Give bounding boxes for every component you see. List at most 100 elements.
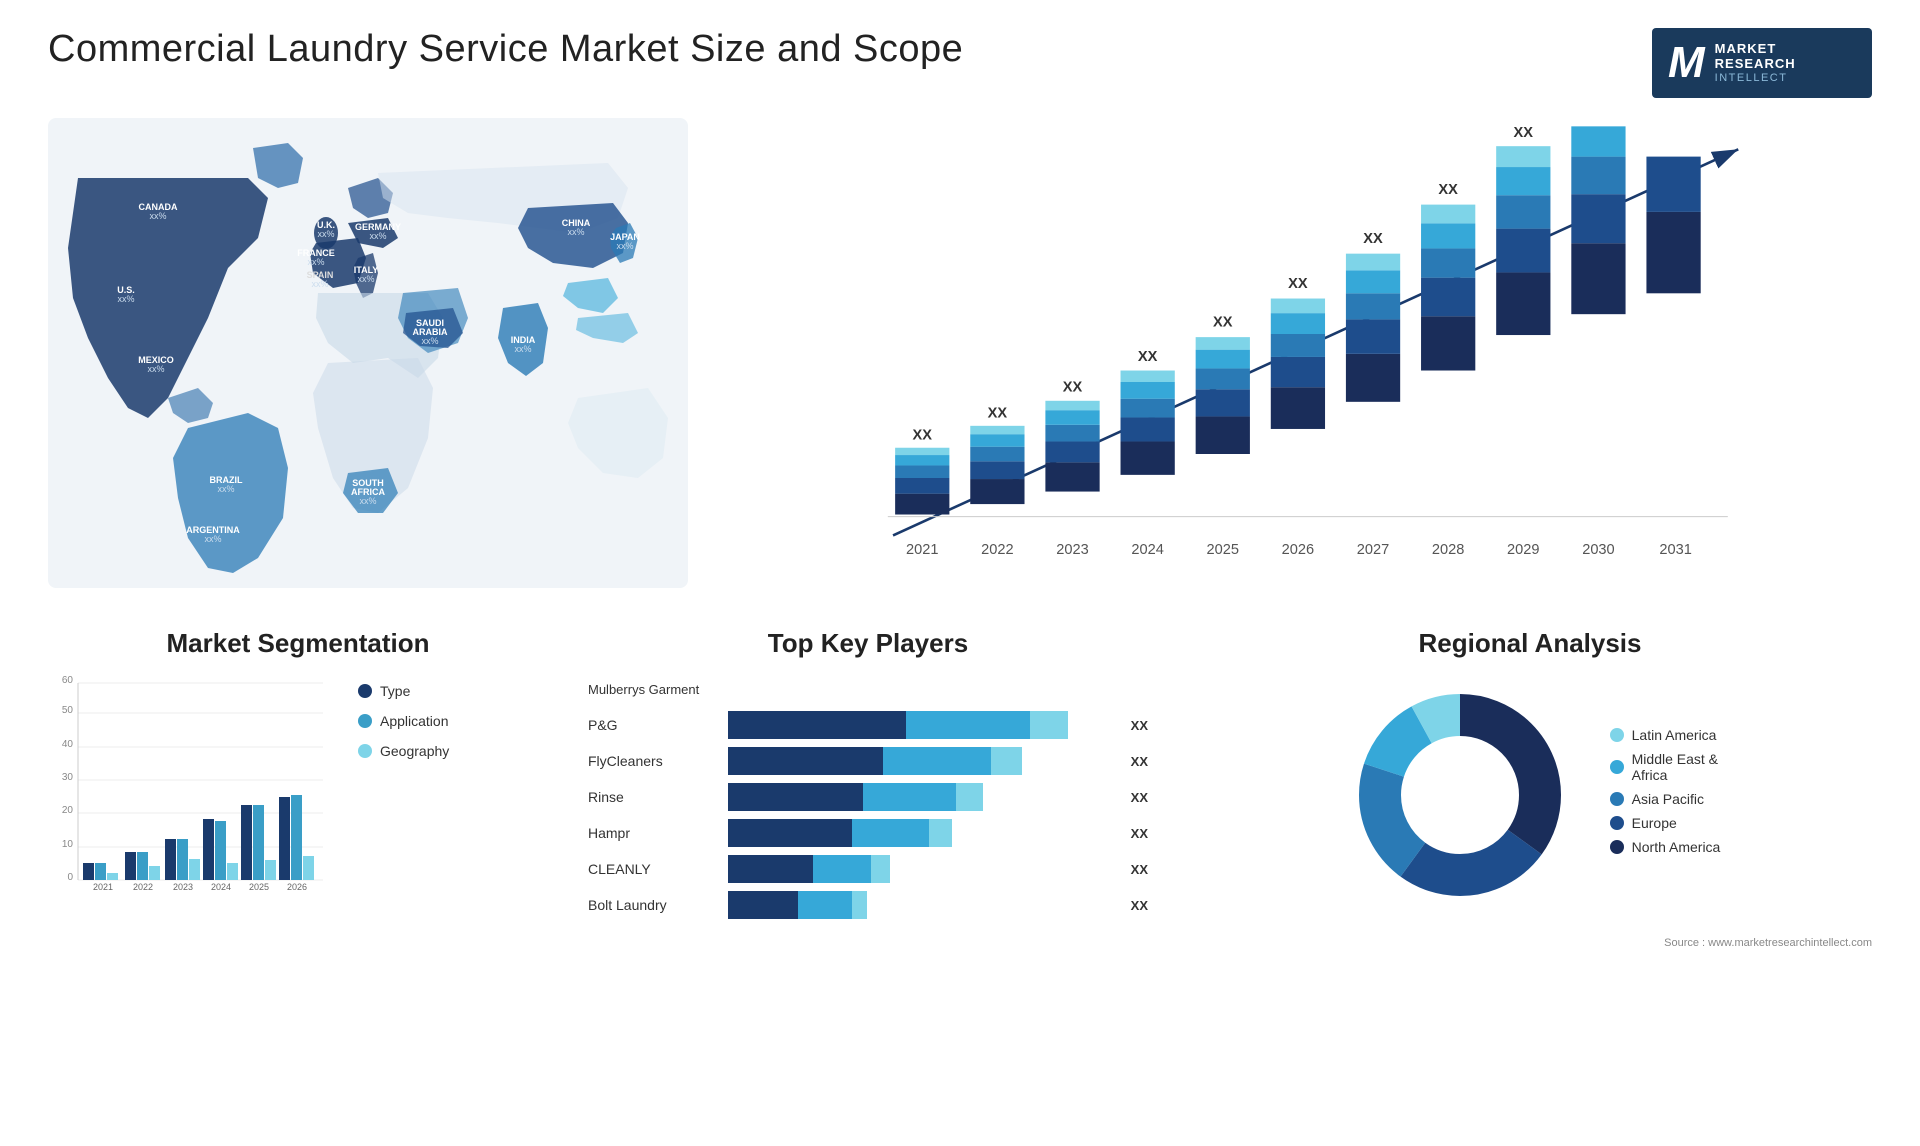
svg-text:50: 50 (62, 705, 74, 716)
svg-text:2030: 2030 (1582, 542, 1614, 558)
latin-america-dot (1610, 728, 1624, 742)
svg-text:30: 30 (62, 772, 74, 783)
svg-text:XX: XX (1288, 276, 1308, 292)
bar-seg-light (1030, 711, 1069, 739)
svg-text:XX: XX (1063, 379, 1083, 395)
svg-text:XX: XX (1438, 182, 1458, 198)
svg-text:2021: 2021 (906, 542, 938, 558)
svg-text:XX: XX (988, 405, 1008, 421)
donut-chart (1340, 675, 1580, 915)
logo-letter: M (1668, 38, 1705, 88)
player-bar-mulberrys (728, 675, 1148, 703)
svg-text:XX: XX (1213, 315, 1233, 331)
player-xx-hampr: XX (1131, 826, 1148, 841)
player-name-bolt: Bolt Laundry (588, 897, 718, 913)
bar-seg-mid (863, 783, 956, 811)
bar-seg-dark (728, 711, 906, 739)
key-players-title: Top Key Players (588, 628, 1148, 659)
svg-text:xx%: xx% (147, 364, 164, 374)
svg-text:2024: 2024 (211, 882, 231, 892)
players-list: Mulberrys Garment P&G XX FlyCleaners (588, 675, 1148, 919)
svg-text:xx%: xx% (307, 257, 324, 267)
svg-text:2031: 2031 (1659, 542, 1691, 558)
player-name-pg: P&G (588, 717, 718, 733)
svg-text:XX: XX (1363, 231, 1383, 247)
player-xx-pg: XX (1131, 718, 1148, 733)
bar-seg-light (991, 747, 1022, 775)
player-row-mulberrys: Mulberrys Garment (588, 675, 1148, 703)
svg-text:XX: XX (1589, 118, 1609, 122)
svg-text:2021: 2021 (93, 882, 113, 892)
svg-text:2027: 2027 (1357, 542, 1389, 558)
player-bar-pg (728, 711, 1115, 739)
svg-text:2028: 2028 (1432, 542, 1464, 558)
svg-text:XX: XX (1138, 349, 1158, 365)
svg-text:0: 0 (67, 872, 73, 883)
player-xx-bolt: XX (1131, 898, 1148, 913)
svg-text:xx%: xx% (357, 274, 374, 284)
logo: M MARKET RESEARCH INTELLECT (1652, 28, 1872, 98)
segmentation-title: Market Segmentation (48, 628, 548, 659)
europe-label: Europe (1632, 815, 1677, 831)
svg-text:2023: 2023 (173, 882, 193, 892)
key-players-section: Top Key Players Mulberrys Garment P&G XX (588, 628, 1148, 919)
legend-europe: Europe (1610, 815, 1721, 831)
svg-text:xx%: xx% (567, 227, 584, 237)
type-label: Type (380, 683, 410, 699)
player-xx-rinse: XX (1131, 790, 1148, 805)
me-africa-label: Middle East &Africa (1632, 751, 1718, 783)
svg-text:2029: 2029 (1507, 542, 1539, 558)
bar-seg-light (929, 819, 952, 847)
svg-text:2022: 2022 (133, 882, 153, 892)
type-dot (358, 684, 372, 698)
growth-chart-section: XX 2021 XX 2022 XX 2023 XX 20 (728, 118, 1872, 598)
bar-seg-mid (798, 891, 852, 919)
svg-text:2025: 2025 (249, 882, 269, 892)
bar-seg-light (852, 891, 867, 919)
header: Commercial Laundry Service Market Size a… (0, 0, 1920, 108)
svg-text:40: 40 (62, 739, 74, 750)
asia-pacific-label: Asia Pacific (1632, 791, 1704, 807)
latin-america-label: Latin America (1632, 727, 1717, 743)
svg-text:XX: XX (913, 427, 933, 443)
legend-geography: Geography (358, 743, 449, 759)
player-bar-fly (728, 747, 1115, 775)
player-row-hampr: Hampr XX (588, 819, 1148, 847)
svg-text:2025: 2025 (1207, 542, 1239, 558)
application-label: Application (380, 713, 449, 729)
svg-text:xx%: xx% (117, 294, 134, 304)
legend-north-america: North America (1610, 839, 1721, 855)
player-row-cleanly: CLEANLY XX (588, 855, 1148, 883)
legend-latin-america: Latin America (1610, 727, 1721, 743)
player-xx-fly: XX (1131, 754, 1148, 769)
svg-text:XX: XX (1514, 125, 1534, 141)
svg-text:2026: 2026 (1282, 542, 1314, 558)
page-title: Commercial Laundry Service Market Size a… (48, 28, 963, 71)
regional-container: Latin America Middle East &Africa Asia P… (1188, 675, 1872, 915)
europe-dot (1610, 816, 1624, 830)
player-row-rinse: Rinse XX (588, 783, 1148, 811)
player-row-bolt: Bolt Laundry XX (588, 891, 1148, 919)
player-name-mulberrys: Mulberrys Garment (588, 682, 718, 697)
svg-text:xx%: xx% (204, 534, 221, 544)
legend-me-africa: Middle East &Africa (1610, 751, 1721, 783)
north-america-label: North America (1632, 839, 1721, 855)
bar-seg-dark (728, 855, 813, 883)
svg-text:xx%: xx% (514, 344, 531, 354)
player-name-hampr: Hampr (588, 825, 718, 841)
player-row-fly: FlyCleaners XX (588, 747, 1148, 775)
player-name-rinse: Rinse (588, 789, 718, 805)
player-name-cleanly: CLEANLY (588, 861, 718, 877)
player-bar-hampr (728, 819, 1115, 847)
geography-label: Geography (380, 743, 449, 759)
svg-text:xx%: xx% (311, 279, 328, 289)
svg-text:10: 10 (62, 839, 74, 850)
regional-section: Regional Analysis (1188, 628, 1872, 919)
legend-type: Type (358, 683, 449, 699)
svg-text:2022: 2022 (981, 542, 1013, 558)
regional-title: Regional Analysis (1188, 628, 1872, 659)
legend-asia-pacific: Asia Pacific (1610, 791, 1721, 807)
regional-legend: Latin America Middle East &Africa Asia P… (1610, 727, 1721, 863)
bar-seg-light (871, 855, 890, 883)
player-bar-rinse (728, 783, 1115, 811)
